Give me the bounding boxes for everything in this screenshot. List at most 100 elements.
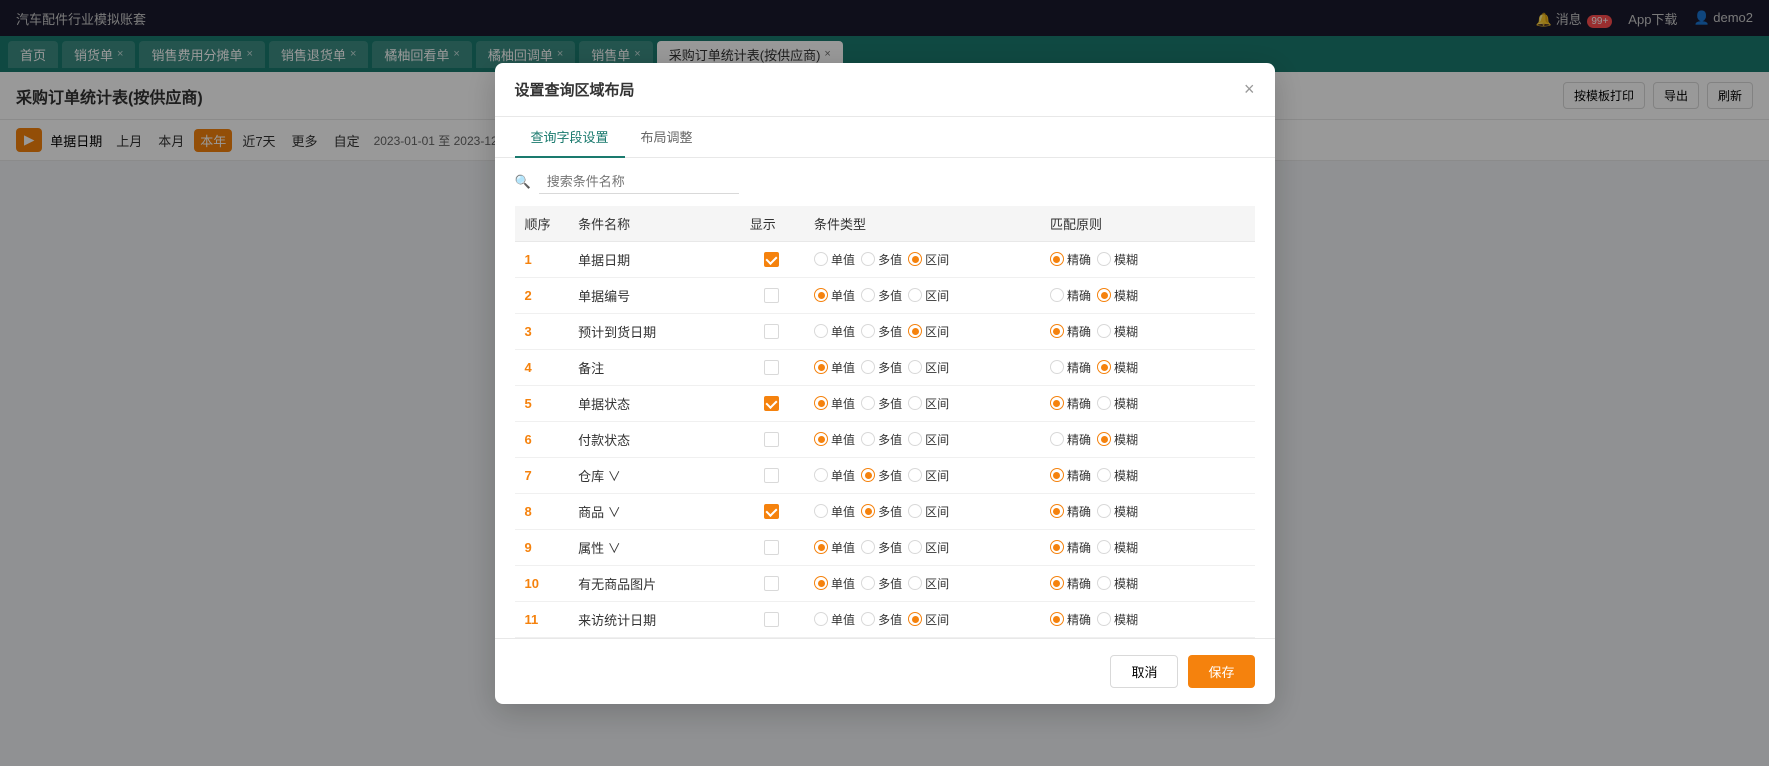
row-6-display[interactable] [740, 457, 804, 493]
radio-1-type-多值[interactable] [861, 288, 875, 302]
row-2-display[interactable] [740, 313, 804, 349]
row-9-type-option-单值[interactable]: 单值 [814, 575, 855, 592]
modal-close-button[interactable]: × [1244, 79, 1255, 100]
row-3-type-option-区间[interactable]: 区间 [908, 359, 949, 376]
radio-2-type-区间[interactable] [908, 324, 922, 338]
row-6-type-option-多值[interactable]: 多值 [861, 467, 902, 484]
row-7-checkbox[interactable] [764, 504, 779, 519]
radio-1-match-精确[interactable] [1050, 288, 1064, 302]
radio-7-match-精确[interactable] [1050, 504, 1064, 518]
row-5-type-option-多值[interactable]: 多值 [861, 431, 902, 448]
row-10-type-option-单值[interactable]: 单值 [814, 611, 855, 628]
radio-6-type-区间[interactable] [908, 468, 922, 482]
row-2-type-option-多值[interactable]: 多值 [861, 323, 902, 340]
radio-7-type-单值[interactable] [814, 504, 828, 518]
row-9-type-option-区间[interactable]: 区间 [908, 575, 949, 592]
row-10-match-option-模糊[interactable]: 模糊 [1097, 611, 1138, 628]
row-5-match-option-精确[interactable]: 精确 [1050, 431, 1091, 448]
row-6-type-option-单值[interactable]: 单值 [814, 467, 855, 484]
row-5-type-option-单值[interactable]: 单值 [814, 431, 855, 448]
radio-2-type-多值[interactable] [861, 324, 875, 338]
radio-7-type-区间[interactable] [908, 504, 922, 518]
row-9-match-option-精确[interactable]: 精确 [1050, 575, 1091, 592]
row-6-type-option-区间[interactable]: 区间 [908, 467, 949, 484]
radio-1-type-区间[interactable] [908, 288, 922, 302]
row-5-match-option-模糊[interactable]: 模糊 [1097, 431, 1138, 448]
row-0-match-option-模糊[interactable]: 模糊 [1097, 251, 1138, 268]
row-1-type-option-多值[interactable]: 多值 [861, 287, 902, 304]
save-button[interactable]: 保存 [1188, 655, 1254, 688]
row-9-type-option-多值[interactable]: 多值 [861, 575, 902, 592]
radio-1-type-单值[interactable] [814, 288, 828, 302]
radio-6-type-单值[interactable] [814, 468, 828, 482]
radio-4-type-区间[interactable] [908, 396, 922, 410]
row-8-type-option-多值[interactable]: 多值 [861, 539, 902, 556]
tab-layout-adjust[interactable]: 布局调整 [625, 117, 709, 158]
row-0-display[interactable] [740, 241, 804, 277]
row-7-type-option-单值[interactable]: 单值 [814, 503, 855, 520]
row-9-checkbox[interactable] [764, 576, 779, 591]
radio-3-match-精确[interactable] [1050, 360, 1064, 374]
radio-0-match-精确[interactable] [1050, 252, 1064, 266]
radio-10-match-精确[interactable] [1050, 612, 1064, 626]
row-8-match-option-模糊[interactable]: 模糊 [1097, 539, 1138, 556]
row-8-type-option-区间[interactable]: 区间 [908, 539, 949, 556]
row-1-type-option-区间[interactable]: 区间 [908, 287, 949, 304]
radio-3-match-模糊[interactable] [1097, 360, 1111, 374]
row-2-match-option-模糊[interactable]: 模糊 [1097, 323, 1138, 340]
row-8-type-option-单值[interactable]: 单值 [814, 539, 855, 556]
row-10-type-option-区间[interactable]: 区间 [908, 611, 949, 628]
row-9-display[interactable] [740, 565, 804, 601]
row-10-match-option-精确[interactable]: 精确 [1050, 611, 1091, 628]
radio-5-type-单值[interactable] [814, 432, 828, 446]
radio-0-type-区间[interactable] [908, 252, 922, 266]
radio-8-type-区间[interactable] [908, 540, 922, 554]
radio-5-match-模糊[interactable] [1097, 432, 1111, 446]
row-3-type-option-单值[interactable]: 单值 [814, 359, 855, 376]
row-9-match-option-模糊[interactable]: 模糊 [1097, 575, 1138, 592]
row-4-match-option-精确[interactable]: 精确 [1050, 395, 1091, 412]
radio-8-type-单值[interactable] [814, 540, 828, 554]
row-4-type-option-多值[interactable]: 多值 [861, 395, 902, 412]
radio-3-type-多值[interactable] [861, 360, 875, 374]
radio-10-match-模糊[interactable] [1097, 612, 1111, 626]
row-4-checkbox[interactable] [764, 396, 779, 411]
row-3-checkbox[interactable] [764, 360, 779, 375]
row-0-type-option-区间[interactable]: 区间 [908, 251, 949, 268]
row-3-display[interactable] [740, 349, 804, 385]
row-0-checkbox[interactable] [764, 252, 779, 267]
radio-3-type-区间[interactable] [908, 360, 922, 374]
row-3-type-option-多值[interactable]: 多值 [861, 359, 902, 376]
row-2-type-option-区间[interactable]: 区间 [908, 323, 949, 340]
row-1-match-option-精确[interactable]: 精确 [1050, 287, 1091, 304]
row-5-display[interactable] [740, 421, 804, 457]
radio-9-match-模糊[interactable] [1097, 576, 1111, 590]
radio-4-type-多值[interactable] [861, 396, 875, 410]
radio-6-type-多值[interactable] [861, 468, 875, 482]
radio-4-match-精确[interactable] [1050, 396, 1064, 410]
row-10-display[interactable] [740, 601, 804, 637]
cancel-button[interactable]: 取消 [1110, 655, 1178, 688]
radio-8-type-多值[interactable] [861, 540, 875, 554]
row-7-display[interactable] [740, 493, 804, 529]
row-3-match-option-精确[interactable]: 精确 [1050, 359, 1091, 376]
radio-5-type-区间[interactable] [908, 432, 922, 446]
row-10-checkbox[interactable] [764, 612, 779, 627]
radio-9-type-区间[interactable] [908, 576, 922, 590]
row-1-type-option-单值[interactable]: 单值 [814, 287, 855, 304]
radio-6-match-模糊[interactable] [1097, 468, 1111, 482]
row-2-type-option-单值[interactable]: 单值 [814, 323, 855, 340]
radio-9-match-精确[interactable] [1050, 576, 1064, 590]
row-6-checkbox[interactable] [764, 468, 779, 483]
radio-1-match-模糊[interactable] [1097, 288, 1111, 302]
row-0-type-option-多值[interactable]: 多值 [861, 251, 902, 268]
row-6-match-option-精确[interactable]: 精确 [1050, 467, 1091, 484]
radio-10-type-单值[interactable] [814, 612, 828, 626]
row-7-match-option-精确[interactable]: 精确 [1050, 503, 1091, 520]
radio-8-match-模糊[interactable] [1097, 540, 1111, 554]
row-5-checkbox[interactable] [764, 432, 779, 447]
row-7-match-option-模糊[interactable]: 模糊 [1097, 503, 1138, 520]
radio-0-match-模糊[interactable] [1097, 252, 1111, 266]
radio-6-match-精确[interactable] [1050, 468, 1064, 482]
row-2-checkbox[interactable] [764, 324, 779, 339]
